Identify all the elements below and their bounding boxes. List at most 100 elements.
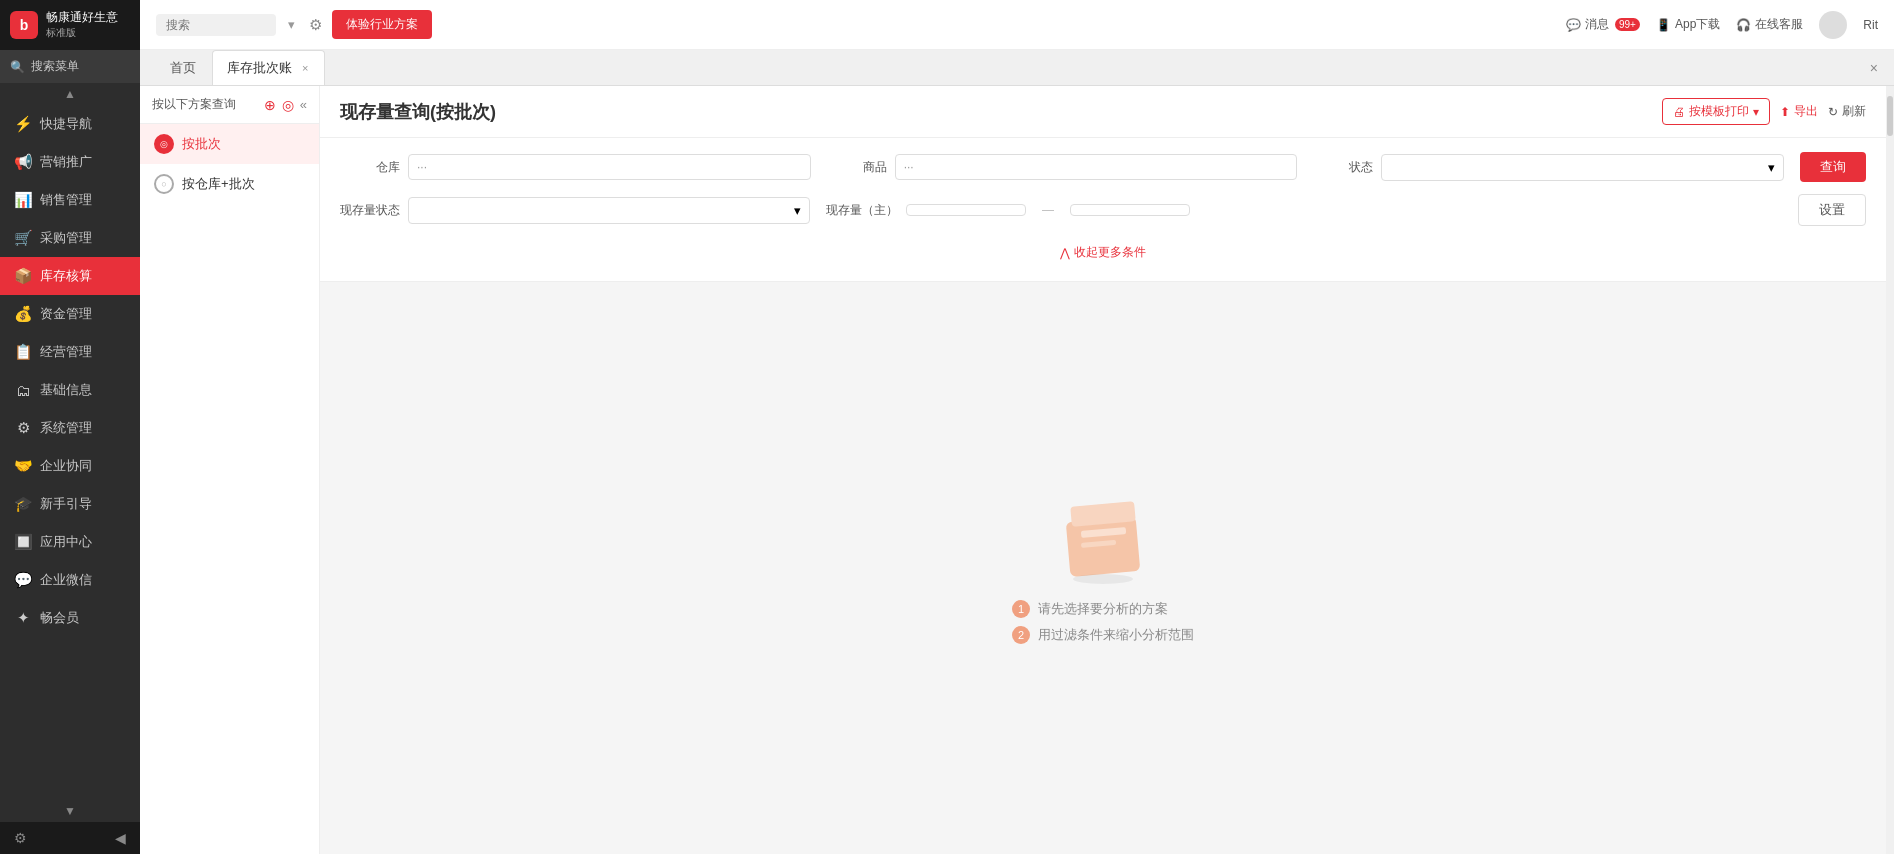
sales-icon: 📊 xyxy=(14,191,32,209)
panel-item-by-warehouse-batch[interactable]: ○ 按仓库+批次 xyxy=(140,164,319,204)
scheme-settings-icon[interactable]: ◎ xyxy=(282,97,294,113)
topbar-search-input[interactable] xyxy=(156,14,276,36)
sidebar-item-guide[interactable]: 🎓 新手引导 xyxy=(0,485,140,523)
tab-close-icon[interactable]: × xyxy=(300,62,310,74)
print-icon: 🖨 xyxy=(1673,105,1685,119)
app-center-icon: 🔲 xyxy=(14,533,32,551)
inventory-qty-to[interactable] xyxy=(1070,204,1190,216)
sidebar-item-label: 畅会员 xyxy=(40,609,79,627)
sidebar-item-label: 应用中心 xyxy=(40,533,92,551)
left-panel-header: 按以下方案查询 ⊕ ◎ « xyxy=(140,86,319,124)
refresh-label: 刷新 xyxy=(1842,103,1866,120)
template-print-label: 按模板打印 xyxy=(1689,103,1749,120)
page-title-bar: 现存量查询(按批次) 🖨 按模板打印 ▾ ⬆ 导出 ↻ 刷新 xyxy=(320,86,1886,138)
page-title-actions: 🖨 按模板打印 ▾ ⬆ 导出 ↻ 刷新 xyxy=(1662,98,1866,125)
sidebar-item-business[interactable]: 📋 经营管理 xyxy=(0,333,140,371)
inventory-qty-field: 现存量（主） — xyxy=(826,202,1296,219)
goods-field: 商品 ··· xyxy=(827,154,1298,180)
topbar-chevron-icon[interactable]: ▾ xyxy=(288,17,295,32)
tab-home[interactable]: 首页 xyxy=(156,50,210,85)
search-form: 仓库 ··· 商品 ··· 状态 xyxy=(320,138,1886,282)
settings-button[interactable]: 设置 xyxy=(1798,194,1866,226)
username-label: Rit xyxy=(1863,18,1878,32)
warehouse-field: 仓库 ··· xyxy=(340,154,811,180)
messages-group[interactable]: 💬 消息 99+ xyxy=(1566,16,1640,33)
sidebar-scroll-down[interactable]: ▼ xyxy=(0,800,140,822)
goods-input[interactable]: ··· xyxy=(895,154,1298,180)
sidebar-item-label: 库存核算 xyxy=(40,267,92,285)
inventory-status-chevron-icon: ▾ xyxy=(794,203,801,218)
tab-inventory-batch[interactable]: 库存批次账 × xyxy=(212,50,325,85)
right-scrollbar[interactable] xyxy=(1886,86,1894,854)
add-scheme-icon[interactable]: ⊕ xyxy=(264,97,276,113)
svg-point-4 xyxy=(1073,574,1133,584)
sidebar-item-app-center[interactable]: 🔲 应用中心 xyxy=(0,523,140,561)
empty-svg xyxy=(1043,484,1163,584)
app-logo: b xyxy=(10,11,38,39)
empty-tip-1: 1 请先选择要分析的方案 xyxy=(1012,600,1194,618)
collapse-more[interactable]: ⋀ 收起更多条件 xyxy=(340,238,1866,267)
sidebar-item-label: 企业协同 xyxy=(40,457,92,475)
close-all-tabs-icon[interactable]: × xyxy=(1870,60,1878,76)
enterprise-icon: 🤝 xyxy=(14,457,32,475)
panel-item-label: 按批次 xyxy=(182,135,221,153)
system-icon: ⚙ xyxy=(14,419,32,437)
sidebar-search-label: 搜索菜单 xyxy=(31,58,79,75)
online-service-label: 在线客服 xyxy=(1755,16,1803,33)
sidebar-app-info: 畅康通好生意 标准版 xyxy=(46,10,118,40)
sidebar-item-base-info[interactable]: 🗂 基础信息 xyxy=(0,371,140,409)
sidebar-item-member[interactable]: ✦ 畅会员 xyxy=(0,599,140,637)
status-select[interactable]: ▾ xyxy=(1381,154,1784,181)
sidebar-settings-icon[interactable]: ⚙ xyxy=(14,830,27,846)
scrollbar-thumb xyxy=(1887,96,1893,136)
warehouse-input[interactable]: ··· xyxy=(408,154,811,180)
inventory-status-select[interactable]: ▾ xyxy=(408,197,810,224)
app-edition: 标准版 xyxy=(46,26,118,40)
sidebar-item-sales[interactable]: 📊 销售管理 xyxy=(0,181,140,219)
app-download-group[interactable]: 📱 App下载 xyxy=(1656,16,1720,33)
sidebar-collapse-icon[interactable]: ◀ xyxy=(115,830,126,846)
finance-icon: 💰 xyxy=(14,305,32,323)
sidebar-item-inventory[interactable]: 📦 库存核算 xyxy=(0,257,140,295)
topbar-gear-icon[interactable]: ⚙ xyxy=(309,16,322,34)
guide-icon: 🎓 xyxy=(14,495,32,513)
inventory-qty-from[interactable] xyxy=(906,204,1026,216)
export-icon: ⬆ xyxy=(1780,105,1790,119)
user-avatar[interactable] xyxy=(1819,11,1847,39)
sidebar-item-purchase[interactable]: 🛒 采购管理 xyxy=(0,219,140,257)
sidebar-scroll-up[interactable]: ▲ xyxy=(0,83,140,105)
status-label: 状态 xyxy=(1313,159,1373,176)
template-print-button[interactable]: 🖨 按模板打印 ▾ xyxy=(1662,98,1770,125)
left-panel-title: 按以下方案查询 xyxy=(152,96,236,113)
sidebar-item-marketing[interactable]: 📢 营销推广 xyxy=(0,143,140,181)
sidebar-item-quick-nav[interactable]: ⚡ 快捷导航 xyxy=(0,105,140,143)
quick-nav-icon: ⚡ xyxy=(14,115,32,133)
panel-item-label: 按仓库+批次 xyxy=(182,175,255,193)
inventory-icon: 📦 xyxy=(14,267,32,285)
left-panel-actions: ⊕ ◎ « xyxy=(264,97,307,113)
base-info-icon: 🗂 xyxy=(14,382,32,399)
sidebar-search[interactable]: 🔍 搜索菜单 xyxy=(0,50,140,83)
search-row-1: 仓库 ··· 商品 ··· 状态 xyxy=(340,152,1866,182)
page-content: 按以下方案查询 ⊕ ◎ « ◎ 按批次 ○ 按仓库+批次 现存量查询(按批次) xyxy=(140,86,1894,854)
online-service-group[interactable]: 🎧 在线客服 xyxy=(1736,16,1803,33)
panel-item-by-batch[interactable]: ◎ 按批次 xyxy=(140,124,319,164)
sidebar-nav: ⚡ 快捷导航 📢 营销推广 📊 销售管理 🛒 采购管理 📦 库存核算 💰 资金管… xyxy=(0,105,140,800)
sidebar-item-finance[interactable]: 💰 资金管理 xyxy=(0,295,140,333)
sidebar-item-system[interactable]: ⚙ 系统管理 xyxy=(0,409,140,447)
sidebar-item-wechat[interactable]: 💬 企业微信 xyxy=(0,561,140,599)
empty-illustration xyxy=(1043,484,1163,584)
collapse-panel-icon[interactable]: « xyxy=(300,97,307,112)
refresh-button[interactable]: ↻ 刷新 xyxy=(1828,103,1866,120)
tip-num-1: 1 xyxy=(1012,600,1030,618)
sidebar-item-label: 系统管理 xyxy=(40,419,92,437)
collapse-label: 收起更多条件 xyxy=(1074,244,1146,261)
query-button[interactable]: 查询 xyxy=(1800,152,1866,182)
export-button[interactable]: ⬆ 导出 xyxy=(1780,103,1818,120)
sidebar-item-enterprise[interactable]: 🤝 企业协同 xyxy=(0,447,140,485)
print-chevron-icon: ▾ xyxy=(1753,105,1759,119)
warehouse-batch-scheme-icon: ○ xyxy=(154,174,174,194)
sidebar-item-label: 企业微信 xyxy=(40,571,92,589)
export-label: 导出 xyxy=(1794,103,1818,120)
try-industry-button[interactable]: 体验行业方案 xyxy=(332,10,432,39)
